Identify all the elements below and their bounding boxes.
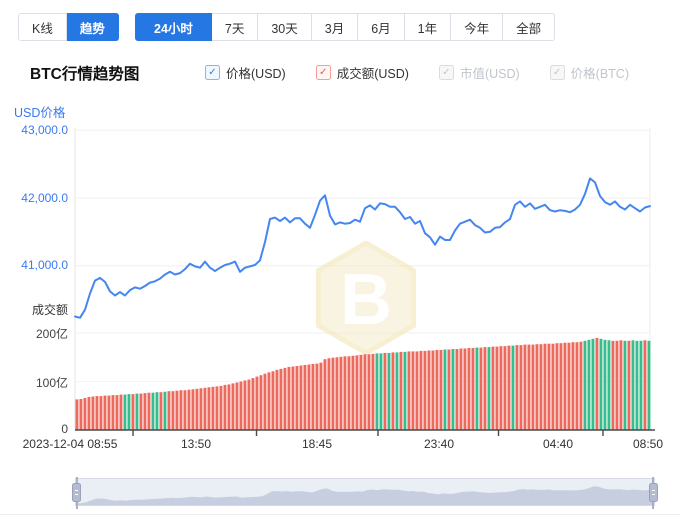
checkbox-checked-icon[interactable]: ✓ [316,65,331,80]
x-axis-ticks [133,430,603,436]
legend-label: 成交额(USD) [337,63,409,82]
x-tick-label: 18:45 [302,437,332,451]
tab-range-7d[interactable]: 7天 [212,13,258,41]
x-tick-label: 13:50 [181,437,211,451]
slider-svg [76,479,654,505]
btc-trend-chart-page: K线 趋势 24小时 7天 30天 3月 6月 1年 今年 全部 BTC行情趋势… [0,0,680,515]
tab-range-6m[interactable]: 6月 [358,13,404,41]
tab-range-24h[interactable]: 24小时 [135,13,212,41]
page-title: BTC行情趋势图 [30,62,139,84]
slider-handle-left[interactable] [72,483,81,502]
checkbox-checked-icon[interactable]: ✓ [205,65,220,80]
chart-type-switch: K线 趋势 [18,13,119,41]
tab-range-1y[interactable]: 1年 [405,13,451,41]
legend-price-btc[interactable]: ✓ 价格(BTC) [550,63,629,82]
checkbox-disabled-icon: ✓ [439,65,454,80]
tab-trend[interactable]: 趋势 [67,13,119,41]
tab-range-30d[interactable]: 30天 [258,13,311,41]
legend-price-usd[interactable]: ✓ 价格(USD) [205,63,286,82]
tab-range-3m[interactable]: 3月 [312,13,358,41]
slider-handle-right[interactable] [649,483,658,502]
x-axis-labels: 2023-12-04 08:55 13:50 18:45 23:40 04:40… [0,437,680,453]
tab-range-all[interactable]: 全部 [503,13,555,41]
tab-kline[interactable]: K线 [18,13,67,41]
legend-volume-usd[interactable]: ✓ 成交额(USD) [316,63,409,82]
checkbox-disabled-icon: ✓ [550,65,565,80]
x-tick-label: 08:50 [633,437,663,451]
legend-marketcap-usd[interactable]: ✓ 市值(USD) [439,63,520,82]
series-legend: ✓ 价格(USD) ✓ 成交额(USD) ✓ 市值(USD) ✓ 价格(BTC) [205,63,629,82]
x-tick-label: 2023-12-04 08:55 [23,437,118,451]
x-tick-label: 23:40 [424,437,454,451]
legend-label: 价格(USD) [226,63,286,82]
legend-label: 市值(USD) [460,63,520,82]
chart-header: BTC行情趋势图 ✓ 价格(USD) ✓ 成交额(USD) ✓ 市值(USD) … [0,60,680,86]
x-tick-label: 04:40 [543,437,573,451]
time-range-switch: 24小时 7天 30天 3月 6月 1年 今年 全部 [135,13,555,41]
datazoom-slider[interactable] [75,478,655,506]
tab-range-ytd[interactable]: 今年 [451,13,503,41]
legend-label: 价格(BTC) [571,63,629,82]
tab-bar: K线 趋势 24小时 7天 30天 3月 6月 1年 今年 全部 [0,13,680,41]
svg-text:B: B [340,260,392,340]
plot-svg: B [0,100,680,455]
watermark-logo-icon: B [318,243,413,353]
